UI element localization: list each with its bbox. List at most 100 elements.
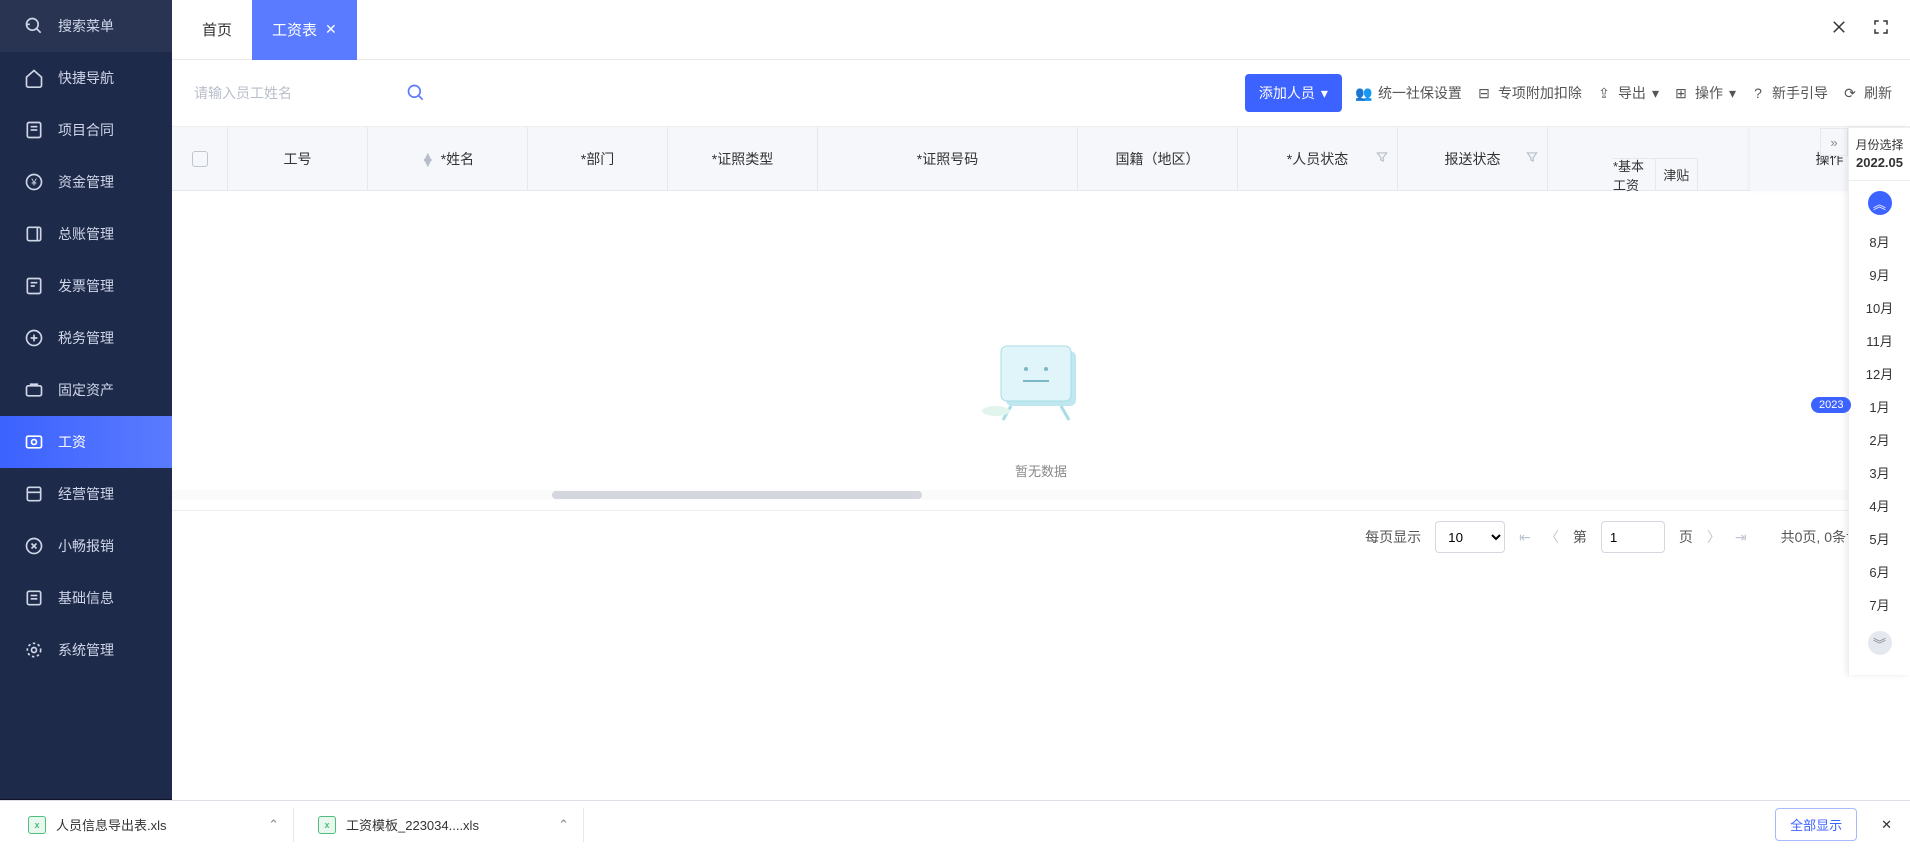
social-settings-link[interactable]: 👥统一社保设置 (1356, 83, 1462, 103)
guide-link[interactable]: ?新手引导 (1750, 83, 1828, 103)
svg-text:¥: ¥ (30, 177, 37, 188)
sidebar-item-contract[interactable]: 项目合同 (0, 104, 172, 156)
show-all-downloads-button[interactable]: 全部显示 (1775, 808, 1857, 841)
page-prefix: 第 (1573, 527, 1587, 547)
first-page-icon[interactable]: ⇤ (1519, 529, 1531, 546)
document-icon (24, 120, 44, 140)
business-icon (24, 484, 44, 504)
month-item[interactable]: 6月 (1849, 555, 1910, 588)
month-item[interactable]: 12月 (1849, 357, 1910, 390)
page-input[interactable] (1601, 521, 1665, 553)
sort-icon[interactable]: ▲▼ (421, 153, 435, 165)
sidebar-item-info[interactable]: 基础信息 (0, 572, 172, 624)
sidebar-label: 系统管理 (58, 640, 114, 660)
close-icon[interactable]: ✕ (325, 21, 337, 38)
month-item[interactable]: 2月 (1849, 423, 1910, 456)
empty-illustration-icon (971, 311, 1111, 431)
refresh-link[interactable]: ⟳刷新 (1842, 83, 1892, 103)
main: 首页 工资表 ✕ 添加人员 ▾ 👥统一社保设置 ⊟专项附加扣除 ⇪导出 ▾ (172, 0, 1910, 848)
ledger-icon (24, 224, 44, 244)
month-item[interactable]: 11月 (1849, 324, 1910, 357)
sidebar-item-reimburse[interactable]: 小畅报销 (0, 520, 172, 572)
close-all-icon[interactable] (1824, 12, 1854, 42)
page-size-select[interactable]: 10 (1435, 521, 1505, 553)
sidebar-item-quicknav[interactable]: 快捷导航 (0, 52, 172, 104)
money-icon: ¥ (24, 172, 44, 192)
invoice-icon (24, 276, 44, 296)
month-item[interactable]: 8月 (1849, 225, 1910, 258)
empty-text: 暂无数据 (1015, 461, 1067, 480)
col-id[interactable]: 工号 (228, 127, 368, 190)
col-base-salary[interactable]: *基本工资 (1613, 159, 1656, 190)
sidebar-item-funds[interactable]: ¥ 资金管理 (0, 156, 172, 208)
month-item[interactable]: 3月 (1849, 456, 1910, 489)
export-link[interactable]: ⇪导出 ▾ (1596, 83, 1659, 103)
col-name[interactable]: ▲▼*姓名 (368, 127, 528, 190)
col-nation[interactable]: 国籍（地区） (1078, 127, 1238, 190)
sidebar-label: 固定资产 (58, 380, 114, 400)
next-page-icon[interactable]: 〉 (1707, 527, 1721, 547)
sidebar-label: 工资 (58, 432, 86, 452)
filter-icon[interactable] (1525, 150, 1539, 167)
col-idno[interactable]: *证照号码 (818, 127, 1078, 190)
scroll-down-icon[interactable]: ︾ (1868, 631, 1892, 655)
search-icon[interactable] (406, 83, 426, 106)
horizontal-scrollbar[interactable] (172, 490, 1910, 500)
toolbar: 添加人员 ▾ 👥统一社保设置 ⊟专项附加扣除 ⇪导出 ▾ ⊞操作 ▾ ?新手引导… (172, 60, 1910, 127)
select-all-checkbox[interactable] (172, 127, 228, 190)
last-page-icon[interactable]: ⇥ (1735, 529, 1747, 546)
sidebar-label: 搜索菜单 (58, 16, 114, 36)
sidebar: 搜索菜单 快捷导航 项目合同 ¥ 资金管理 总账管理 发票管理 (0, 0, 172, 848)
sidebar-item-tax[interactable]: 税务管理 (0, 312, 172, 364)
scroll-up-icon[interactable]: ︽ (1868, 191, 1892, 215)
sidebar-label: 经营管理 (58, 484, 114, 504)
sidebar-item-invoice[interactable]: 发票管理 (0, 260, 172, 312)
sidebar-item-ledger[interactable]: 总账管理 (0, 208, 172, 260)
col-dept[interactable]: *部门 (528, 127, 668, 190)
sidebar-label: 项目合同 (58, 120, 114, 140)
month-item[interactable]: 10月 (1849, 291, 1910, 324)
sidebar-item-salary[interactable]: 工资 (0, 416, 172, 468)
sidebar-label: 税务管理 (58, 328, 114, 348)
sidebar-item-assets[interactable]: 固定资产 (0, 364, 172, 416)
month-item[interactable]: 9月 (1849, 258, 1910, 291)
month-item[interactable]: 5月 (1849, 522, 1910, 555)
col-status[interactable]: *人员状态 (1238, 127, 1398, 190)
col-allowance[interactable]: 津贴 (1656, 159, 1699, 190)
download-bar: x 人员信息导出表.xls ⌃ x 工资模板_223034....xls ⌃ 全… (0, 800, 1910, 848)
chevron-up-icon[interactable]: ⌃ (558, 817, 569, 833)
tab-home[interactable]: 首页 (182, 0, 252, 60)
page-size-label: 每页显示 (1365, 527, 1421, 547)
col-salary-group: *基本工资 津贴 (1548, 127, 1764, 190)
chevron-up-icon[interactable]: ⌃ (268, 817, 279, 833)
tab-salary[interactable]: 工资表 ✕ (252, 0, 357, 60)
sidebar-label: 小畅报销 (58, 536, 114, 556)
deduction-link[interactable]: ⊟专项附加扣除 (1476, 83, 1582, 103)
col-report[interactable]: 报送状态 (1398, 127, 1548, 190)
sidebar-label: 基础信息 (58, 588, 114, 608)
download-chip[interactable]: x 工资模板_223034....xls ⌃ (304, 808, 584, 842)
add-person-button[interactable]: 添加人员 ▾ (1245, 74, 1342, 112)
search-input[interactable] (190, 75, 430, 111)
fullscreen-icon[interactable] (1866, 12, 1896, 42)
operate-link[interactable]: ⊞操作 ▾ (1673, 83, 1736, 103)
sidebar-item-search[interactable]: 搜索菜单 (0, 0, 172, 52)
col-idtype[interactable]: *证照类型 (668, 127, 818, 190)
sidebar-label: 发票管理 (58, 276, 114, 296)
month-item[interactable]: 20231月 (1849, 390, 1910, 423)
sidebar-label: 资金管理 (58, 172, 114, 192)
sidebar-item-system[interactable]: 系统管理 (0, 624, 172, 676)
month-panel-toggle[interactable]: » (1820, 128, 1848, 156)
month-item[interactable]: 4月 (1849, 489, 1910, 522)
chevron-down-icon: ▾ (1652, 85, 1659, 102)
month-item[interactable]: 7月 (1849, 588, 1910, 621)
filter-icon[interactable] (1375, 150, 1389, 167)
xls-icon: x (28, 816, 46, 834)
prev-page-icon[interactable]: 〈 (1545, 527, 1559, 547)
salary-icon (24, 432, 44, 452)
download-chip[interactable]: x 人员信息导出表.xls ⌃ (14, 808, 294, 842)
sidebar-item-business[interactable]: 经营管理 (0, 468, 172, 520)
close-icon[interactable]: ✕ (1877, 811, 1896, 839)
asset-icon (24, 380, 44, 400)
help-icon: ? (1750, 85, 1766, 101)
